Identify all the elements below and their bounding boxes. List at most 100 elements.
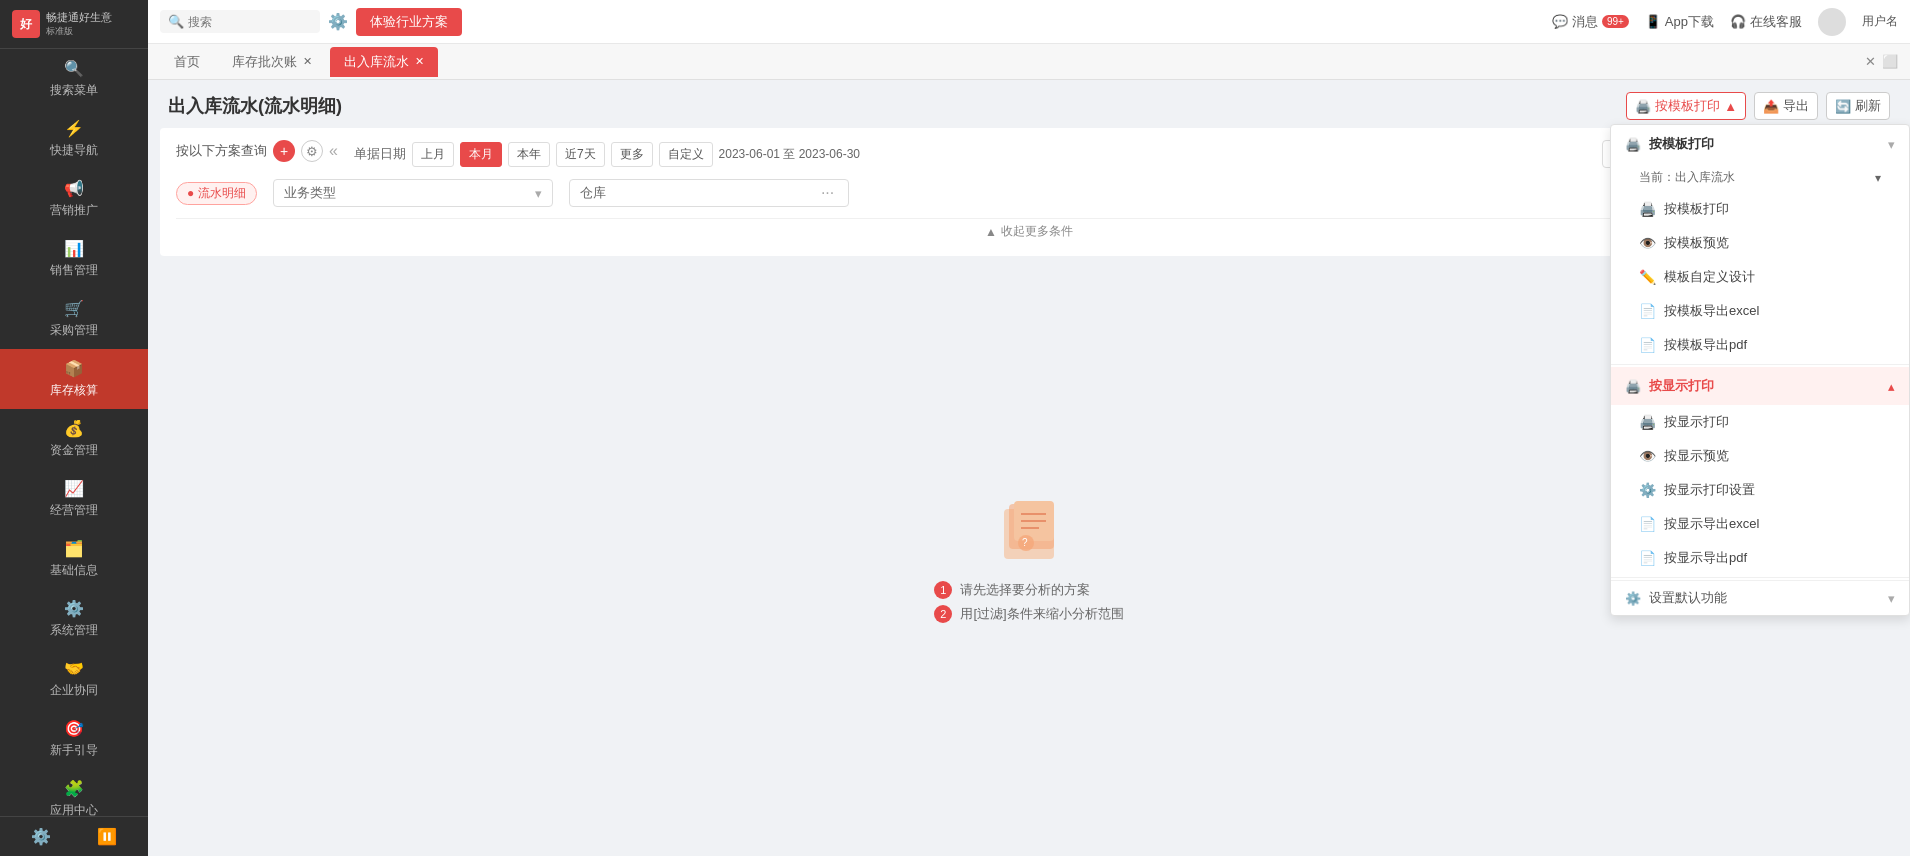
online-service-btn[interactable]: 🎧 在线客服 (1730, 13, 1802, 31)
sidebar-item-collab-label: 企业协同 (50, 682, 98, 699)
sidebar-item-app-center[interactable]: 🧩应用中心 (0, 769, 148, 816)
sidebar-item-base-label: 基础信息 (50, 562, 98, 579)
sidebar-item-marketing[interactable]: 📢营销推广 (0, 169, 148, 229)
date-btn-prev-month[interactable]: 上月 (412, 142, 454, 167)
set-default-chevron: ▾ (1888, 591, 1895, 606)
display-export-pdf-icon: 📄 (1639, 550, 1656, 566)
tab-batch-account[interactable]: 库存批次账 ✕ (218, 47, 326, 77)
search-controls: 按以下方案查询 + ⚙ « (176, 140, 338, 162)
tab-flow-close[interactable]: ✕ (415, 55, 424, 68)
date-label: 单据日期 (354, 145, 406, 163)
sidebar-item-operations-label: 经营管理 (50, 502, 98, 519)
warehouse-input[interactable]: 仓库 ··· (569, 179, 849, 207)
sidebar-item-guide-icon: 🎯 (64, 719, 84, 738)
message-btn[interactable]: 💬 消息 99+ (1552, 13, 1629, 31)
collapse-sidebar-icon[interactable]: ⏸️ (97, 827, 117, 846)
search-input[interactable] (188, 15, 308, 29)
app-version: 标准版 (46, 25, 112, 38)
sidebar-item-inventory-icon: 📦 (64, 359, 84, 378)
sidebar-item-operations-icon: 📈 (64, 479, 84, 498)
sidebar-item-app-center-label: 应用中心 (50, 802, 98, 816)
sidebar-item-search[interactable]: 🔍搜索菜单 (0, 49, 148, 109)
sidebar-item-collab[interactable]: 🤝 企业协同 (0, 649, 148, 709)
template-custom-item[interactable]: ✏️ 模板自定义设计 (1611, 260, 1909, 294)
tab-batch-account-close[interactable]: ✕ (303, 55, 312, 68)
tab-maximize-icon[interactable]: ⬜ (1882, 54, 1898, 69)
set-default-footer[interactable]: ⚙️ 设置默认功能 ▾ (1611, 580, 1909, 615)
sidebar-item-guide[interactable]: 🎯新手引导 (0, 709, 148, 769)
date-btn-current-month[interactable]: 本月 (460, 142, 502, 167)
hint-num-2: 2 (934, 605, 952, 623)
template-export-excel-item[interactable]: 📄 按模板导出excel (1611, 294, 1909, 328)
display-preview-item[interactable]: 👁️ 按显示预览 (1611, 439, 1909, 473)
tab-home[interactable]: 首页 (160, 47, 214, 77)
template-export-pdf-item[interactable]: 📄 按模板导出pdf (1611, 328, 1909, 362)
date-btn-more[interactable]: 更多 (611, 142, 653, 167)
display-export-pdf-item[interactable]: 📄 按显示导出pdf (1611, 541, 1909, 575)
sidebar-item-collab-icon: 🤝 (64, 659, 84, 678)
sidebar: 好 畅捷通好生意 标准版 🔍搜索菜单⚡快捷导航📢营销推广📊销售管理🛒采购管理📦库… (0, 0, 148, 856)
date-btn-year[interactable]: 本年 (508, 142, 550, 167)
app-name: 畅捷通好生意 (46, 10, 112, 24)
sidebar-item-base[interactable]: 🗂️基础信息 (0, 529, 148, 589)
avatar[interactable] (1818, 8, 1846, 36)
sidebar-item-sales-icon: 📊 (64, 239, 84, 258)
search-icon: 🔍 (168, 14, 184, 29)
sidebar-item-quick-nav[interactable]: ⚡快捷导航 (0, 109, 148, 169)
warehouse-more-btn[interactable]: ··· (817, 184, 838, 202)
display-print-settings-label: 按显示打印设置 (1664, 481, 1755, 499)
app-download-icon: 📱 (1645, 14, 1661, 29)
hint-item-1: 1 请先选择要分析的方案 (934, 581, 1123, 599)
export-btn[interactable]: 📤 导出 (1754, 92, 1818, 120)
top-bar: 🔍 ⚙️ 体验行业方案 💬 消息 99+ 📱 App下载 🎧 在线客服 (148, 0, 1910, 44)
refresh-btn[interactable]: 🔄 刷新 (1826, 92, 1890, 120)
hint-text-2: 用[过滤]条件来缩小分析范围 (960, 605, 1123, 623)
template-custom-icon: ✏️ (1639, 269, 1656, 285)
template-print-chevron-icon: ▾ (1888, 137, 1895, 152)
template-print-item[interactable]: 🖨️ 按模板打印 (1611, 192, 1909, 226)
message-badge: 99+ (1602, 15, 1629, 28)
app-download-btn[interactable]: 📱 App下载 (1645, 13, 1714, 31)
gear-icon[interactable]: ⚙️ (328, 12, 348, 31)
display-print-item[interactable]: 🖨️ 按显示打印 (1611, 405, 1909, 439)
template-preview-label: 按模板预览 (1664, 234, 1729, 252)
content-area: 出入库流水(流水明细) 🖨️ 按模板打印 ▲ 📤 导出 🔄 刷新 (148, 80, 1910, 856)
filter-setting-btn[interactable]: ⚙ (301, 140, 323, 162)
business-type-input[interactable]: 业务类型 ▾ (273, 179, 553, 207)
template-print-item-icon: 🖨️ (1639, 201, 1656, 217)
tab-flow[interactable]: 出入库流水 ✕ (330, 47, 438, 77)
sidebar-item-operations[interactable]: 📈 经营管理 (0, 469, 148, 529)
display-export-excel-label: 按显示导出excel (1664, 515, 1759, 533)
template-export-pdf-icon: 📄 (1639, 337, 1656, 353)
display-print-section-header[interactable]: 🖨️ 按显示打印 ▴ (1611, 367, 1909, 405)
display-print-header-label: 按显示打印 (1649, 377, 1714, 395)
headset-icon: 🎧 (1730, 14, 1746, 29)
sidebar-item-system[interactable]: ⚙️系统管理 (0, 589, 148, 649)
settings-bottom-icon[interactable]: ⚙️ (31, 827, 51, 846)
sidebar-item-inventory[interactable]: 📦库存核算 (0, 349, 148, 409)
sidebar-item-purchase[interactable]: 🛒采购管理 (0, 289, 148, 349)
sidebar-item-finance[interactable]: 💰资金管理 (0, 409, 148, 469)
template-export-pdf-label: 按模板导出pdf (1664, 336, 1747, 354)
template-print-section-header[interactable]: 🖨️ 按模板打印 ▾ (1611, 125, 1909, 163)
search-box[interactable]: 🔍 (160, 10, 320, 33)
top-bar-right: 💬 消息 99+ 📱 App下载 🎧 在线客服 用户名 (1552, 8, 1898, 36)
date-btn-7days[interactable]: 近7天 (556, 142, 605, 167)
display-export-excel-item[interactable]: 📄 按显示导出excel (1611, 507, 1909, 541)
filter-section-label: 按以下方案查询 (176, 142, 267, 160)
template-preview-icon: 👁️ (1639, 235, 1656, 251)
template-preview-item[interactable]: 👁️ 按模板预览 (1611, 226, 1909, 260)
collapse-left-icon[interactable]: « (329, 142, 338, 160)
print-btn[interactable]: 🖨️ 按模板打印 ▲ (1626, 92, 1746, 120)
date-btn-custom[interactable]: 自定义 (659, 142, 713, 167)
main-area: 🔍 ⚙️ 体验行业方案 💬 消息 99+ 📱 App下载 🎧 在线客服 (148, 0, 1910, 856)
sidebar-item-purchase-label: 采购管理 (50, 322, 98, 339)
hint-item-2: 2 用[过滤]条件来缩小分析范围 (934, 605, 1123, 623)
sidebar-item-sales[interactable]: 📊销售管理 (0, 229, 148, 289)
sidebar-item-finance-icon: 💰 (64, 419, 84, 438)
tab-expand-icon[interactable]: ✕ (1865, 54, 1876, 69)
display-print-settings-item[interactable]: ⚙️ 按显示打印设置 (1611, 473, 1909, 507)
industry-btn[interactable]: 体验行业方案 (356, 8, 462, 36)
add-filter-btn[interactable]: + (273, 140, 295, 162)
display-preview-label: 按显示预览 (1664, 447, 1729, 465)
